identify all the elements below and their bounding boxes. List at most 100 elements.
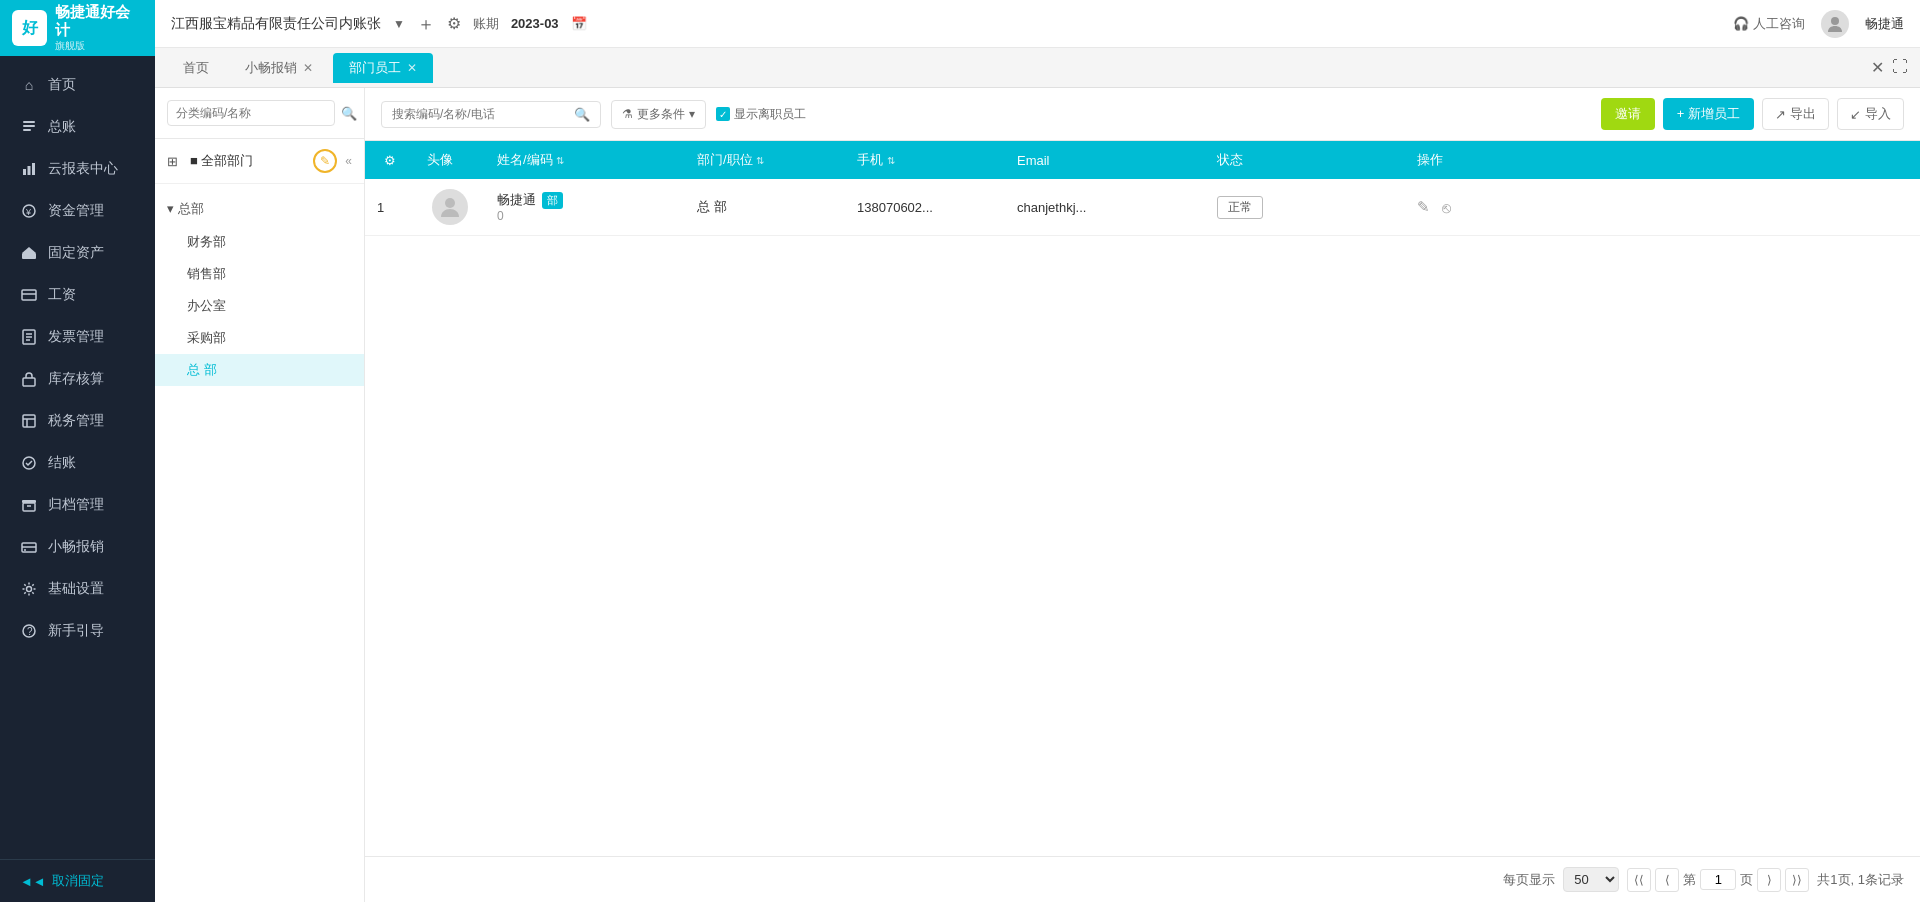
first-page-button[interactable]: ⟨⟨: [1627, 868, 1651, 892]
page-input[interactable]: [1700, 869, 1736, 890]
sidebar-item-salary[interactable]: 工资: [0, 274, 155, 316]
svg-text:?: ?: [27, 626, 33, 637]
sidebar-item-invoice[interactable]: 发票管理: [0, 316, 155, 358]
svg-rect-2: [23, 129, 31, 131]
dept-search-input[interactable]: [167, 100, 335, 126]
table-row: 1 畅捷通 部: [365, 179, 1920, 236]
tab-home[interactable]: 首页: [167, 53, 225, 83]
last-page-button[interactable]: ⟩⟩: [1785, 868, 1809, 892]
dept-item-finance[interactable]: 财务部: [155, 226, 364, 258]
top-header: 江西服宝精品有限责任公司内账张 ▼ ＋ ⚙ 账期 2023-03 📅 🎧 人工咨…: [155, 0, 1920, 48]
user-name[interactable]: 畅捷通: [1865, 15, 1904, 33]
cell-avatar: [415, 179, 485, 236]
collapse-icon[interactable]: «: [345, 154, 352, 168]
dept-item-parent[interactable]: ▾ 总部: [155, 192, 364, 226]
import-button[interactable]: ↙ 导入: [1837, 98, 1904, 130]
left-panel: 🔍 ⊞ ■ 全部部门 ✎ « ▾ 总部 财务部 销售部 办公室 采购部 总 部: [155, 88, 365, 902]
svg-point-31: [445, 198, 455, 208]
svg-rect-1: [23, 125, 35, 127]
chevron-down-icon: ▾: [689, 107, 695, 121]
edit-icon[interactable]: ✎: [1417, 198, 1430, 216]
all-dept-label[interactable]: ■ 全部部门: [190, 152, 305, 170]
prev-page-button[interactable]: ⟨: [1655, 868, 1679, 892]
sidebar-item-home[interactable]: ⌂ 首页: [0, 64, 155, 106]
funds-icon: ¥: [20, 202, 38, 220]
tab-expense[interactable]: 小畅报销 ✕: [229, 53, 329, 83]
calendar-icon[interactable]: 📅: [571, 16, 587, 31]
sidebar-nav: ⌂ 首页 总账 云报表中心 ¥ 资金管理 固定资产: [0, 56, 155, 859]
sidebar-item-inventory[interactable]: 库存核算: [0, 358, 155, 400]
company-dropdown-icon[interactable]: ▼: [393, 17, 405, 31]
closing-icon: [20, 454, 38, 472]
unpin-button[interactable]: ◄◄ 取消固定: [0, 859, 155, 902]
tab-bar: 首页 小畅报销 ✕ 部门员工 ✕ ✕ ⛶: [155, 48, 1920, 88]
svg-rect-0: [23, 121, 35, 123]
col-name[interactable]: 姓名/编码 ⇅: [485, 141, 685, 179]
show-resigned-checkbox[interactable]: ✓: [716, 107, 730, 121]
filter-icon: ⚗: [622, 107, 633, 121]
export-button[interactable]: ↗ 导出: [1762, 98, 1829, 130]
col-phone[interactable]: 手机 ⇅: [845, 141, 1005, 179]
invite-button[interactable]: 邀请: [1601, 98, 1655, 130]
sidebar-item-closing[interactable]: 结账: [0, 442, 155, 484]
svg-rect-16: [23, 378, 35, 386]
grid-icon: ⊞: [167, 154, 178, 169]
page-label: 第: [1683, 871, 1696, 889]
home-icon: ⌂: [20, 76, 38, 94]
sidebar-item-ledger[interactable]: 总账: [0, 106, 155, 148]
dept-item-sales[interactable]: 销售部: [155, 258, 364, 290]
sidebar-item-expense[interactable]: 小畅报销: [0, 526, 155, 568]
tab-expense-close-icon[interactable]: ✕: [303, 61, 313, 75]
support-button[interactable]: 🎧 人工咨询: [1733, 15, 1805, 33]
sidebar-item-archive[interactable]: 归档管理: [0, 484, 155, 526]
employee-search-input[interactable]: [392, 107, 568, 121]
toolbar: 🔍 ⚗ 更多条件 ▾ ✓ 显示离职员工 邀请 + 新增员工 ↗ 导出: [365, 88, 1920, 141]
dept-item-office[interactable]: 办公室: [155, 290, 364, 322]
sidebar-item-reports[interactable]: 云报表中心: [0, 148, 155, 190]
dept-edit-button[interactable]: ✎: [313, 149, 337, 173]
add-employee-button[interactable]: + 新增员工: [1663, 98, 1754, 130]
pagination: 每页显示 50 100 200 ⟨⟨ ⟨ 第 页 ⟩ ⟩⟩: [365, 856, 1920, 902]
col-settings[interactable]: ⚙: [365, 141, 415, 179]
close-tab-icon[interactable]: ✕: [1871, 58, 1884, 77]
dept-item-purchase[interactable]: 采购部: [155, 322, 364, 354]
sidebar-item-guide[interactable]: ? 新手引导: [0, 610, 155, 652]
cell-email: chanjethkj...: [1005, 179, 1205, 236]
sidebar-item-settings[interactable]: 基础设置: [0, 568, 155, 610]
cell-actions: ✎ ⎋: [1405, 179, 1920, 236]
more-filter-button[interactable]: ⚗ 更多条件 ▾: [611, 100, 706, 129]
cell-dept: 总 部: [685, 179, 845, 236]
col-dept[interactable]: 部门/职位 ⇅: [685, 141, 845, 179]
employee-avatar: [432, 189, 468, 225]
svg-rect-8: [22, 253, 36, 259]
maximize-icon[interactable]: ⛶: [1892, 58, 1908, 77]
svg-point-26: [24, 549, 26, 551]
company-name[interactable]: 江西服宝精品有限责任公司内账张: [171, 15, 381, 33]
employee-search-icon[interactable]: 🔍: [574, 107, 590, 122]
sidebar-item-tax[interactable]: 税务管理: [0, 400, 155, 442]
import-icon: ↙: [1850, 107, 1861, 122]
sidebar-item-label: 新手引导: [48, 622, 104, 640]
sidebar-item-label: 税务管理: [48, 412, 104, 430]
sidebar-item-label: 小畅报销: [48, 538, 104, 556]
dept-item-general[interactable]: 总 部: [155, 354, 364, 386]
tab-department[interactable]: 部门员工 ✕: [333, 53, 433, 83]
page-info: 第 页: [1683, 869, 1753, 890]
per-page-select[interactable]: 50 100 200: [1563, 867, 1619, 892]
sidebar-item-label: 工资: [48, 286, 76, 304]
employee-code: 0: [497, 209, 673, 223]
assets-icon: [20, 244, 38, 262]
settings-gear-icon[interactable]: ⚙: [447, 14, 461, 33]
sidebar-item-assets[interactable]: 固定资产: [0, 232, 155, 274]
show-resigned-option[interactable]: ✓ 显示离职员工: [716, 106, 806, 123]
tab-department-close-icon[interactable]: ✕: [407, 61, 417, 75]
sidebar-item-funds[interactable]: ¥ 资金管理: [0, 190, 155, 232]
add-company-button[interactable]: ＋: [417, 15, 435, 33]
headset-icon: 🎧: [1733, 16, 1749, 31]
action-cell: ✎ ⎋: [1417, 198, 1908, 216]
right-panel: 🔍 ⚗ 更多条件 ▾ ✓ 显示离职员工 邀请 + 新增员工 ↗ 导出: [365, 88, 1920, 902]
phone-sort-icon: ⇅: [887, 155, 895, 166]
next-page-button[interactable]: ⟩: [1757, 868, 1781, 892]
logout-icon[interactable]: ⎋: [1442, 199, 1451, 216]
dept-search-icon[interactable]: 🔍: [341, 106, 357, 121]
